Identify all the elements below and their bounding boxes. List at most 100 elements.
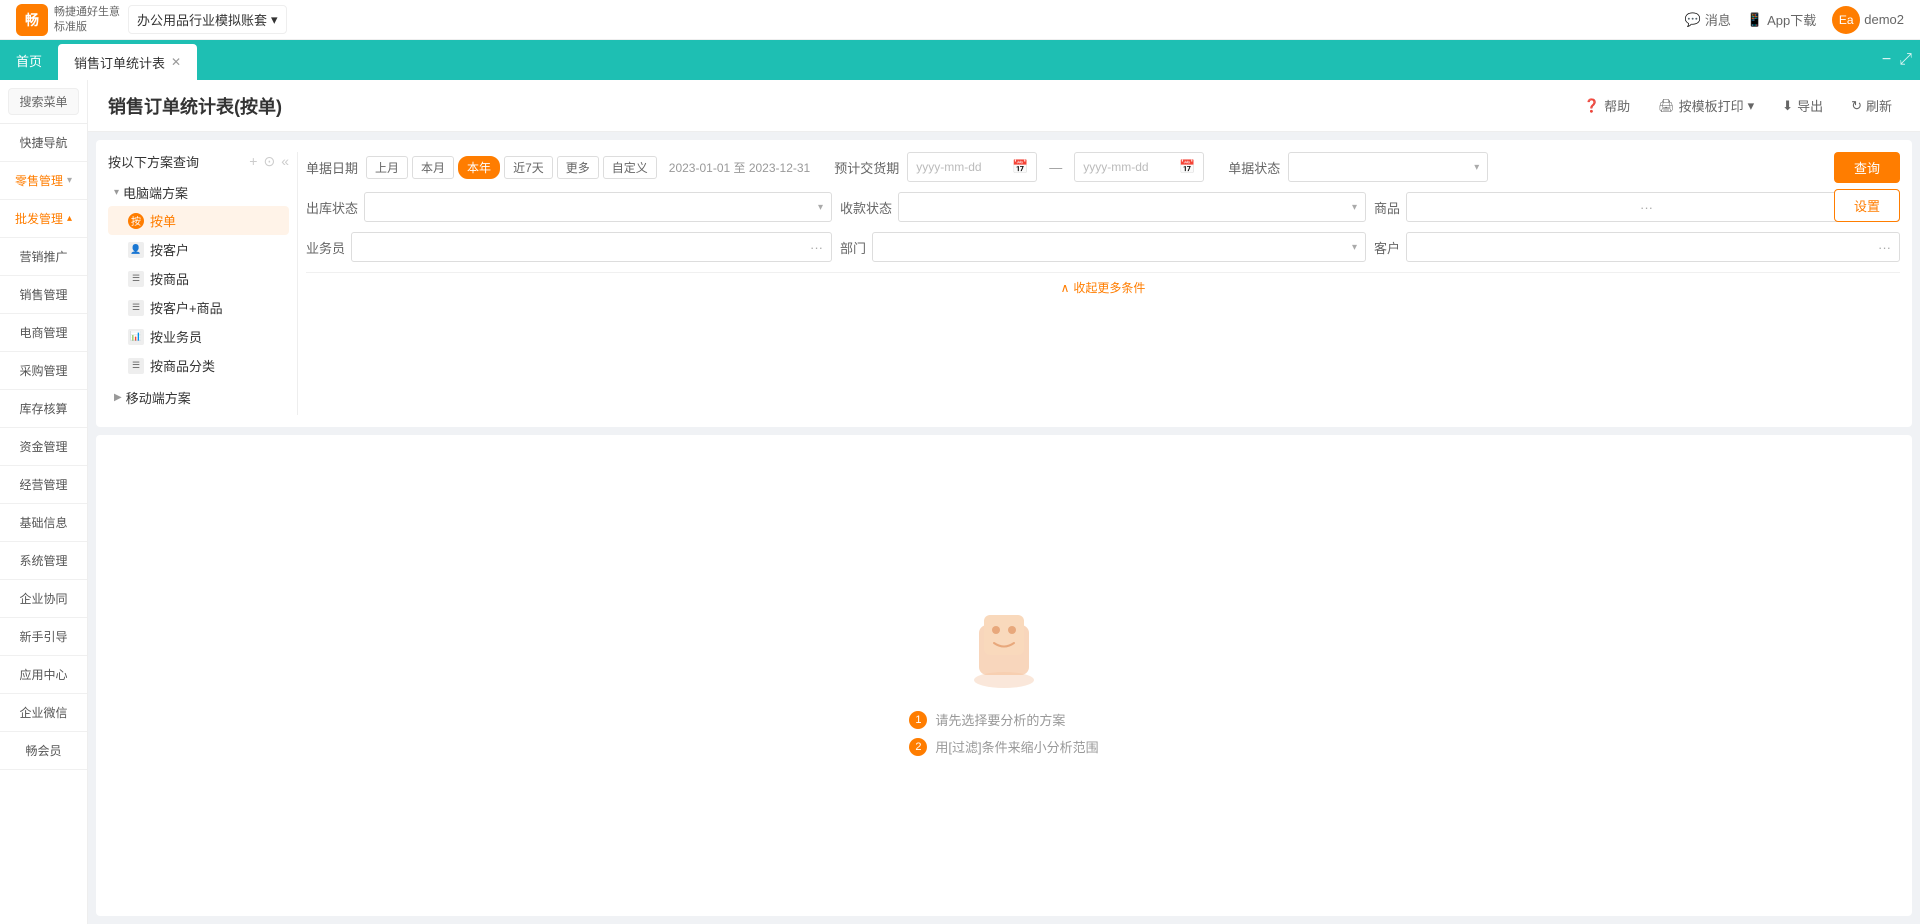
home-tab-label: 首页 xyxy=(16,51,42,70)
settings-plan-button[interactable]: ⊙ xyxy=(263,153,275,170)
by-salesman-icon: 📊 xyxy=(128,329,144,345)
pc-plan-group-header[interactable]: ▾ 电脑端方案 xyxy=(108,179,289,206)
operations-label: 经营管理 xyxy=(19,476,67,493)
page-title: 销售订单统计表(按单) xyxy=(108,93,282,119)
empty-illustration xyxy=(954,595,1054,698)
sidebar-item-appstore[interactable]: 应用中心 xyxy=(0,656,87,694)
delivery-status-select[interactable]: ▾ xyxy=(364,192,832,222)
payment-status-select[interactable]: ▾ xyxy=(898,192,1366,222)
this-year-btn[interactable]: 本年 xyxy=(458,156,500,179)
sidebar-item-quick-nav[interactable]: 快捷导航 xyxy=(0,124,87,162)
customer-input[interactable]: ··· xyxy=(1406,232,1900,262)
plan-item-by-customer[interactable]: 👤 按客户 xyxy=(108,235,289,264)
marketing-label: 营销推广 xyxy=(19,248,67,265)
order-status-select[interactable]: ▾ xyxy=(1288,152,1488,182)
appstore-label: 应用中心 xyxy=(19,666,67,683)
last-7-days-btn[interactable]: 近7天 xyxy=(504,156,553,179)
refresh-button[interactable]: ↻ 刷新 xyxy=(1843,92,1900,119)
product-field: 商品 ··· xyxy=(1374,192,1900,222)
salesman-field: 业务员 ··· xyxy=(306,232,832,262)
more-date-btn[interactable]: 更多 xyxy=(557,156,599,179)
app-download-button[interactable]: 📱 App下载 xyxy=(1747,10,1816,29)
main-layout: 搜索菜单 快捷导航 零售管理 ▾ 批发管理 ▴ 营销推广 销售管理 电商管理 采… xyxy=(0,80,1920,924)
by-customer-product-icon: ☰ xyxy=(128,300,144,316)
this-month-btn[interactable]: 本月 xyxy=(412,156,454,179)
refresh-icon: ↻ xyxy=(1851,98,1862,114)
collapse-panel-button[interactable]: « xyxy=(281,153,289,170)
delivery-status-field: 出库状态 ▾ xyxy=(306,192,832,222)
empty-svg-icon xyxy=(954,595,1054,695)
settings-button[interactable]: 设置 xyxy=(1834,189,1900,222)
sidebar-item-basic[interactable]: 基础信息 xyxy=(0,504,87,542)
page-header: 销售订单统计表(按单) ❓ 帮助 🖨 按模板打印 ▾ ⬇ 导出 ↻ 刷新 xyxy=(88,80,1920,132)
sidebar-item-retail[interactable]: 零售管理 ▾ xyxy=(0,162,87,200)
payment-status-chevron-icon: ▾ xyxy=(1352,202,1357,213)
avatar: Ea xyxy=(1832,6,1860,34)
collapse-label: 收起更多条件 xyxy=(1073,279,1145,296)
help-button[interactable]: ❓ 帮助 xyxy=(1576,92,1638,119)
order-status-label: 单据状态 xyxy=(1228,158,1280,177)
sidebar-item-sales[interactable]: 销售管理 xyxy=(0,276,87,314)
sidebar-item-enterprise[interactable]: 企业协同 xyxy=(0,580,87,618)
by-customer-icon: 👤 xyxy=(128,242,144,258)
last-month-btn[interactable]: 上月 xyxy=(366,156,408,179)
plan-item-by-product[interactable]: ☰ 按商品 xyxy=(108,264,289,293)
sidebar-item-system[interactable]: 系统管理 xyxy=(0,542,87,580)
export-button[interactable]: ⬇ 导出 xyxy=(1774,92,1831,119)
active-tab-label: 销售订单统计表 xyxy=(74,53,165,72)
empty-hints: 1 请先选择要分析的方案 2 用[过滤]条件来缩小分析范围 xyxy=(909,710,1098,756)
newbie-label: 新手引导 xyxy=(19,628,67,645)
add-plan-button[interactable]: + xyxy=(249,153,257,170)
search-menu-button[interactable]: 搜索菜单 xyxy=(8,88,79,115)
date-quick-buttons: 上月 本月 本年 近7天 更多 自定义 xyxy=(366,156,657,179)
enterprise-label: 企业协同 xyxy=(19,590,67,607)
tab-bar-actions: − ⤢ xyxy=(1882,51,1912,69)
user-menu[interactable]: Ea demo2 xyxy=(1832,6,1904,34)
date-start-input[interactable]: yyyy-mm-dd 📅 xyxy=(907,152,1037,182)
mobile-plan-group-header[interactable]: ▶ 移动端方案 xyxy=(108,384,289,411)
mobile-plan-group: ▶ 移动端方案 xyxy=(108,384,289,411)
by-product-category-icon: ☰ xyxy=(128,358,144,374)
plan-item-by-customer-product[interactable]: ☰ 按客户+商品 xyxy=(108,293,289,322)
left-panel: 按以下方案查询 + ⊙ « ▾ 电脑端方案 按 xyxy=(108,152,298,415)
chevron-down-icon: ▾ xyxy=(1748,98,1755,114)
department-select[interactable]: ▾ xyxy=(872,232,1366,262)
date-start-placeholder: yyyy-mm-dd xyxy=(916,160,981,174)
tab-home[interactable]: 首页 xyxy=(0,40,58,80)
pc-plan-group: ▾ 电脑端方案 按 按单 👤 按客户 ☰ 按商 xyxy=(108,179,289,380)
corpwechat-label: 企业微信 xyxy=(19,704,67,721)
date-end-input[interactable]: yyyy-mm-dd 📅 xyxy=(1074,152,1204,182)
collapse-button[interactable]: ∧ 收起更多条件 xyxy=(306,272,1900,302)
maximize-button[interactable]: ⤢ xyxy=(1899,51,1912,69)
logo-area: 畅 畅捷通好生意 标准版 xyxy=(16,4,120,36)
sidebar-item-purchase[interactable]: 采购管理 xyxy=(0,352,87,390)
message-button[interactable]: 💬 消息 xyxy=(1685,10,1731,29)
sidebar-item-wholesale[interactable]: 批发管理 ▴ xyxy=(0,200,87,238)
tab-sales-order-stats[interactable]: 销售订单统计表 ✕ xyxy=(58,44,197,80)
sidebar-item-ecommerce[interactable]: 电商管理 xyxy=(0,314,87,352)
sidebar-item-vip[interactable]: 畅会员 xyxy=(0,732,87,770)
product-input[interactable]: ··· xyxy=(1406,192,1900,222)
tab-bar: 首页 销售订单统计表 ✕ − ⤢ xyxy=(0,40,1920,80)
workspace-selector[interactable]: 办公用品行业模拟账套 ▾ xyxy=(128,5,287,34)
empty-hint-2: 2 用[过滤]条件来缩小分析范围 xyxy=(909,737,1098,756)
salesman-input[interactable]: ··· xyxy=(351,232,832,262)
template-print-button[interactable]: 🖨 按模板打印 ▾ xyxy=(1650,92,1762,119)
query-button[interactable]: 查询 xyxy=(1834,152,1900,183)
sidebar-item-inventory[interactable]: 库存核算 xyxy=(0,390,87,428)
left-panel-actions: + ⊙ « xyxy=(249,153,289,170)
export-icon: ⬇ xyxy=(1782,98,1793,114)
plan-item-by-salesman[interactable]: 📊 按业务员 xyxy=(108,322,289,351)
sidebar-item-operations[interactable]: 经营管理 xyxy=(0,466,87,504)
custom-date-btn[interactable]: 自定义 xyxy=(603,156,657,179)
sidebar-item-finance[interactable]: 资金管理 xyxy=(0,428,87,466)
plan-item-by-order[interactable]: 按 按单 xyxy=(108,206,289,235)
page-actions: ❓ 帮助 🖨 按模板打印 ▾ ⬇ 导出 ↻ 刷新 xyxy=(1576,92,1900,119)
plan-item-by-product-category[interactable]: ☰ 按商品分类 xyxy=(108,351,289,380)
sidebar-item-corpwechat[interactable]: 企业微信 xyxy=(0,694,87,732)
sidebar-item-marketing[interactable]: 营销推广 xyxy=(0,238,87,276)
app-download-icon: 📱 xyxy=(1747,12,1763,28)
minimize-button[interactable]: − xyxy=(1882,51,1891,69)
sidebar-item-newbie[interactable]: 新手引导 xyxy=(0,618,87,656)
tab-close-icon[interactable]: ✕ xyxy=(171,55,181,69)
